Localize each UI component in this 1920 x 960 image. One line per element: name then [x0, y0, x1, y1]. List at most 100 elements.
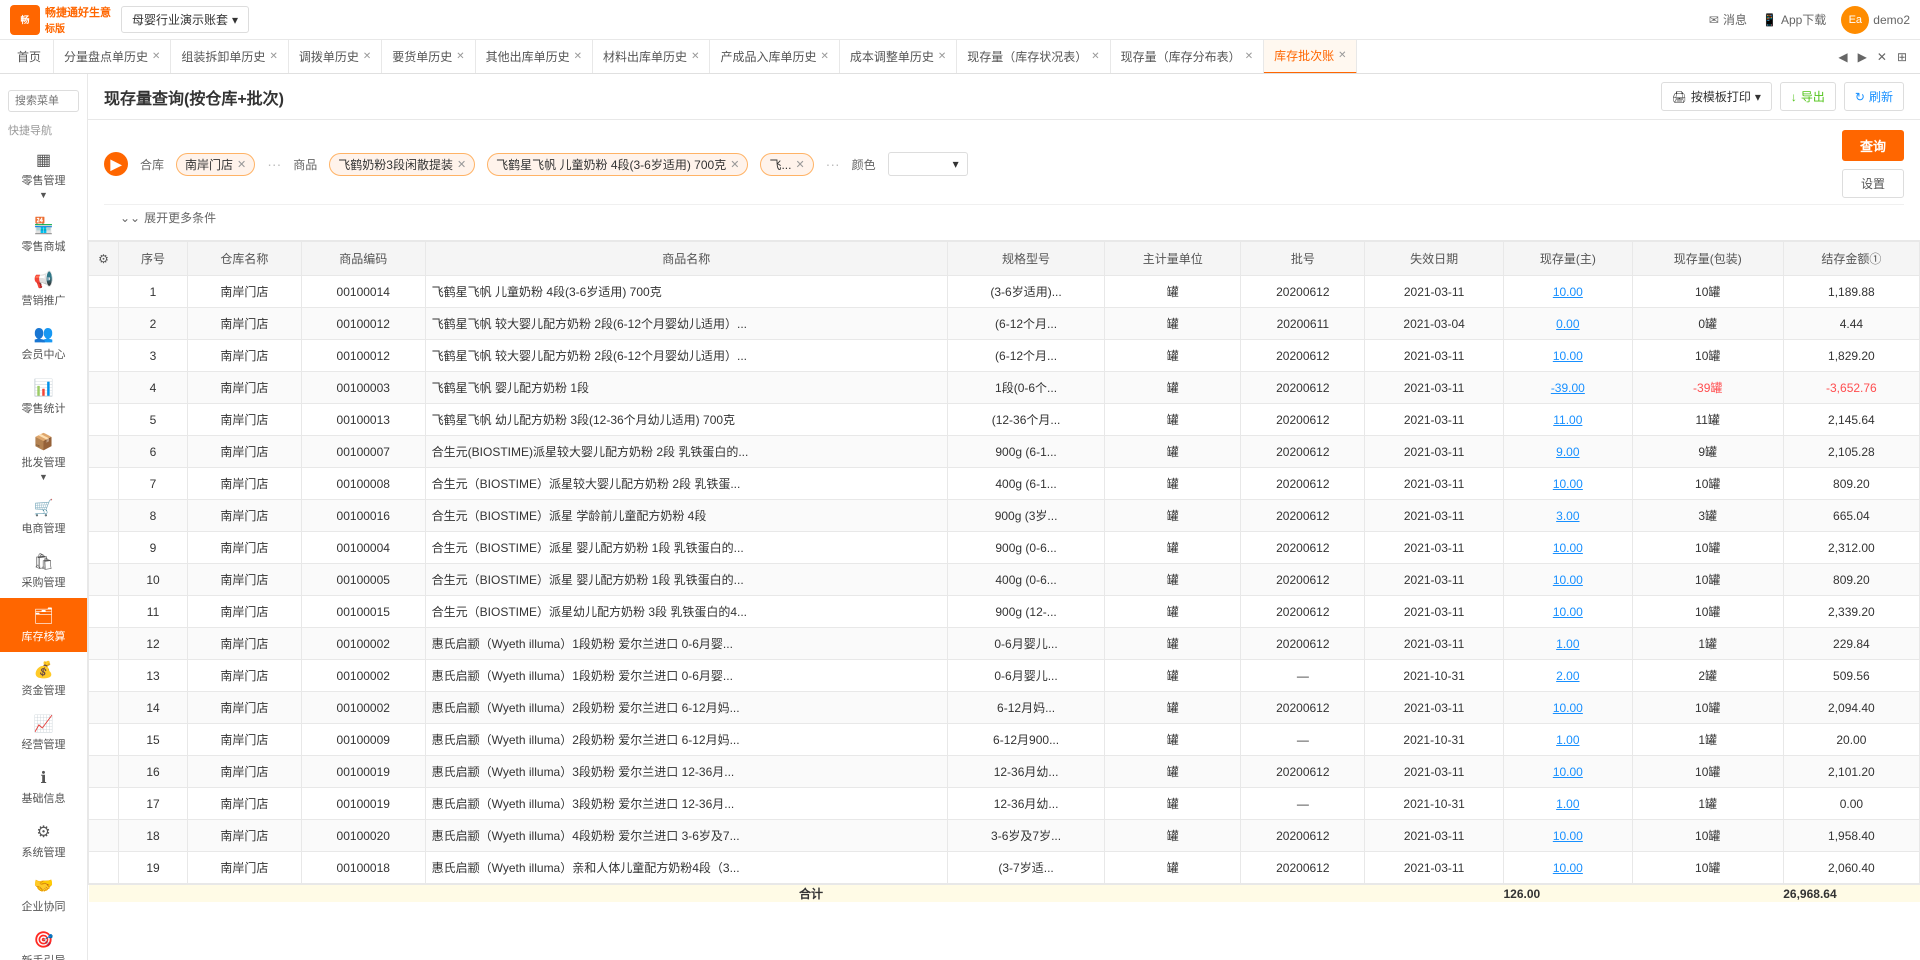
- message-label: 消息: [1723, 11, 1747, 28]
- tab-next-arrow[interactable]: ▶: [1854, 48, 1871, 66]
- row-expire-14: 2021-10-31: [1365, 724, 1504, 756]
- row-stock-main-2[interactable]: 10.00: [1503, 340, 1632, 372]
- tab-item-3[interactable]: 要货单历史✕: [382, 40, 475, 74]
- sidebar-item-采购管理[interactable]: 🛍 采购管理: [0, 544, 87, 598]
- sidebar-item-零售商城[interactable]: 🏪 零售商城: [0, 208, 87, 262]
- row-warehouse-5: 南岸门店: [188, 436, 302, 468]
- sidebar-item-基础信息[interactable]: ℹ 基础信息: [0, 760, 87, 814]
- tab-close-all[interactable]: ✕: [1873, 48, 1891, 66]
- sidebar-item-电商管理[interactable]: 🛒 电商管理: [0, 490, 87, 544]
- sidebar-item-营销推广[interactable]: 📢 营销推广: [0, 262, 87, 316]
- filter-toggle-btn[interactable]: ▶: [104, 152, 128, 176]
- row-stock-main-6[interactable]: 10.00: [1503, 468, 1632, 500]
- row-stock-main-14[interactable]: 1.00: [1503, 724, 1632, 756]
- user-area[interactable]: Ea demo2: [1841, 6, 1910, 34]
- sidebar-item-批发管理[interactable]: 📦 批发管理 ▼: [0, 424, 87, 490]
- tab-close-btn-10[interactable]: ✕: [1338, 50, 1346, 61]
- tab-item-7[interactable]: 成本调整单历史✕: [840, 40, 957, 74]
- sidebar-item-零售管理[interactable]: ▦ 零售管理 ▼: [0, 142, 87, 208]
- row-stock-main-12[interactable]: 2.00: [1503, 660, 1632, 692]
- tab-maximize[interactable]: ⊞: [1893, 48, 1911, 66]
- tab-item-0[interactable]: 分量盘点单历史✕: [54, 40, 171, 74]
- tab-item-5[interactable]: 材料出库单历史✕: [593, 40, 710, 74]
- app-download-btn[interactable]: 📱 App下载: [1762, 11, 1826, 28]
- tab-item-2[interactable]: 调拨单历史✕: [289, 40, 382, 74]
- row-stock-main-18[interactable]: 10.00: [1503, 852, 1632, 885]
- row-stock-main-8[interactable]: 10.00: [1503, 532, 1632, 564]
- export-btn[interactable]: ↓ 导出: [1780, 82, 1836, 111]
- row-unit-15: 罐: [1105, 756, 1241, 788]
- row-stock-main-4[interactable]: 11.00: [1503, 404, 1632, 436]
- warehouse-tag-remove[interactable]: ✕: [237, 158, 246, 171]
- row-expire-9: 2021-03-11: [1365, 564, 1504, 596]
- query-btn[interactable]: 查询: [1842, 130, 1904, 161]
- row-stock-main-0[interactable]: 10.00: [1503, 276, 1632, 308]
- message-btn[interactable]: ✉ 消息: [1709, 11, 1747, 28]
- tab-close-btn-5[interactable]: ✕: [691, 51, 699, 62]
- color-filter-select[interactable]: ▾: [888, 152, 968, 176]
- sidebar-item-会员中心[interactable]: 👥 会员中心: [0, 316, 87, 370]
- sidebar-item-资金管理[interactable]: 💰 资金管理: [0, 652, 87, 706]
- row-settings-15: [89, 756, 119, 788]
- filter-row: ▶ 合库 南岸门店 ✕ ··· 商品 飞鹤奶粉3段闲散提装 ✕ 飞鹤星飞帆 儿童…: [104, 130, 1904, 198]
- row-settings-8: [89, 532, 119, 564]
- footer-stock-pack-total: [1632, 884, 1783, 902]
- product-tag-3-remove[interactable]: ✕: [795, 158, 804, 171]
- row-settings-14: [89, 724, 119, 756]
- product-tag-1-remove[interactable]: ✕: [457, 158, 466, 171]
- row-stock-main-10[interactable]: 10.00: [1503, 596, 1632, 628]
- product-more-btn[interactable]: ···: [826, 156, 840, 172]
- row-stock-main-7[interactable]: 3.00: [1503, 500, 1632, 532]
- tab-item-4[interactable]: 其他出库单历史✕: [476, 40, 593, 74]
- row-index-7: 8: [119, 500, 188, 532]
- settings-btn[interactable]: 设置: [1842, 169, 1904, 198]
- sidebar-item-系统管理[interactable]: ⚙ 系统管理: [0, 814, 87, 868]
- row-expire-6: 2021-03-11: [1365, 468, 1504, 500]
- tab-close-btn-1[interactable]: ✕: [269, 51, 277, 62]
- sidebar-item-企业协同[interactable]: 🤝 企业协同: [0, 868, 87, 922]
- row-unit-11: 罐: [1105, 628, 1241, 660]
- tab-item-10[interactable]: 库存批次账✕: [1264, 40, 1357, 74]
- row-balance-0: 1,189.88: [1783, 276, 1919, 308]
- tab-item-1[interactable]: 组装拆卸单历史✕: [171, 40, 288, 74]
- template-print-btn[interactable]: 🖨 按模板打印 ▾: [1661, 82, 1772, 111]
- sidebar-item-库存核算[interactable]: 🗂 库存核算: [0, 598, 87, 652]
- sidebar-item-新手引导[interactable]: 🎯 新手引导: [0, 922, 87, 960]
- tab-close-btn-9[interactable]: ✕: [1245, 51, 1253, 62]
- row-stock-main-3[interactable]: -39.00: [1503, 372, 1632, 404]
- row-stock-main-13[interactable]: 10.00: [1503, 692, 1632, 724]
- tab-item-6[interactable]: 产成品入库单历史✕: [710, 40, 839, 74]
- product-tag-2-remove[interactable]: ✕: [730, 158, 739, 171]
- sidebar-item-零售统计[interactable]: 📊 零售统计: [0, 370, 87, 424]
- logo-text: 畅: [20, 13, 29, 26]
- sidebar-item-经营管理[interactable]: 📈 经营管理: [0, 706, 87, 760]
- tab-close-btn-6[interactable]: ✕: [820, 51, 828, 62]
- tab-close-btn-2[interactable]: ✕: [363, 51, 371, 62]
- tab-home[interactable]: 首页: [5, 40, 54, 74]
- row-settings-4: [89, 404, 119, 436]
- row-batch-15: 20200612: [1241, 756, 1365, 788]
- tab-close-btn-8[interactable]: ✕: [1091, 51, 1099, 62]
- row-stock-main-11[interactable]: 1.00: [1503, 628, 1632, 660]
- col-settings-header[interactable]: ⚙: [89, 242, 119, 276]
- row-stock-main-9[interactable]: 10.00: [1503, 564, 1632, 596]
- row-stock-main-5[interactable]: 9.00: [1503, 436, 1632, 468]
- tab-close-btn-4[interactable]: ✕: [574, 51, 582, 62]
- tab-prev-arrow[interactable]: ◀: [1834, 48, 1851, 66]
- main-layout: 快捷导航 ▦ 零售管理 ▼ 🏪 零售商城 📢 营销推广 👥 会员中心 📊 零售统…: [0, 74, 1920, 960]
- tab-item-9[interactable]: 现存量（库存分布表）✕: [1111, 40, 1264, 74]
- row-index-13: 14: [119, 692, 188, 724]
- refresh-btn[interactable]: ↻ 刷新: [1844, 82, 1904, 111]
- row-stock-main-16[interactable]: 1.00: [1503, 788, 1632, 820]
- tab-close-btn-0[interactable]: ✕: [152, 51, 160, 62]
- row-stock-main-15[interactable]: 10.00: [1503, 756, 1632, 788]
- row-stock-main-1[interactable]: 0.00: [1503, 308, 1632, 340]
- tab-item-8[interactable]: 现存量（库存状况表）✕: [957, 40, 1110, 74]
- warehouse-more-btn[interactable]: ···: [267, 156, 281, 172]
- row-stock-main-17[interactable]: 10.00: [1503, 820, 1632, 852]
- tab-close-btn-3[interactable]: ✕: [456, 51, 464, 62]
- account-dropdown[interactable]: 母婴行业演示账套 ▾: [121, 6, 249, 33]
- tab-close-btn-7[interactable]: ✕: [938, 51, 946, 62]
- search-input[interactable]: [8, 90, 79, 112]
- expand-more-btn[interactable]: ⌄⌄ 展开更多条件: [104, 204, 1904, 230]
